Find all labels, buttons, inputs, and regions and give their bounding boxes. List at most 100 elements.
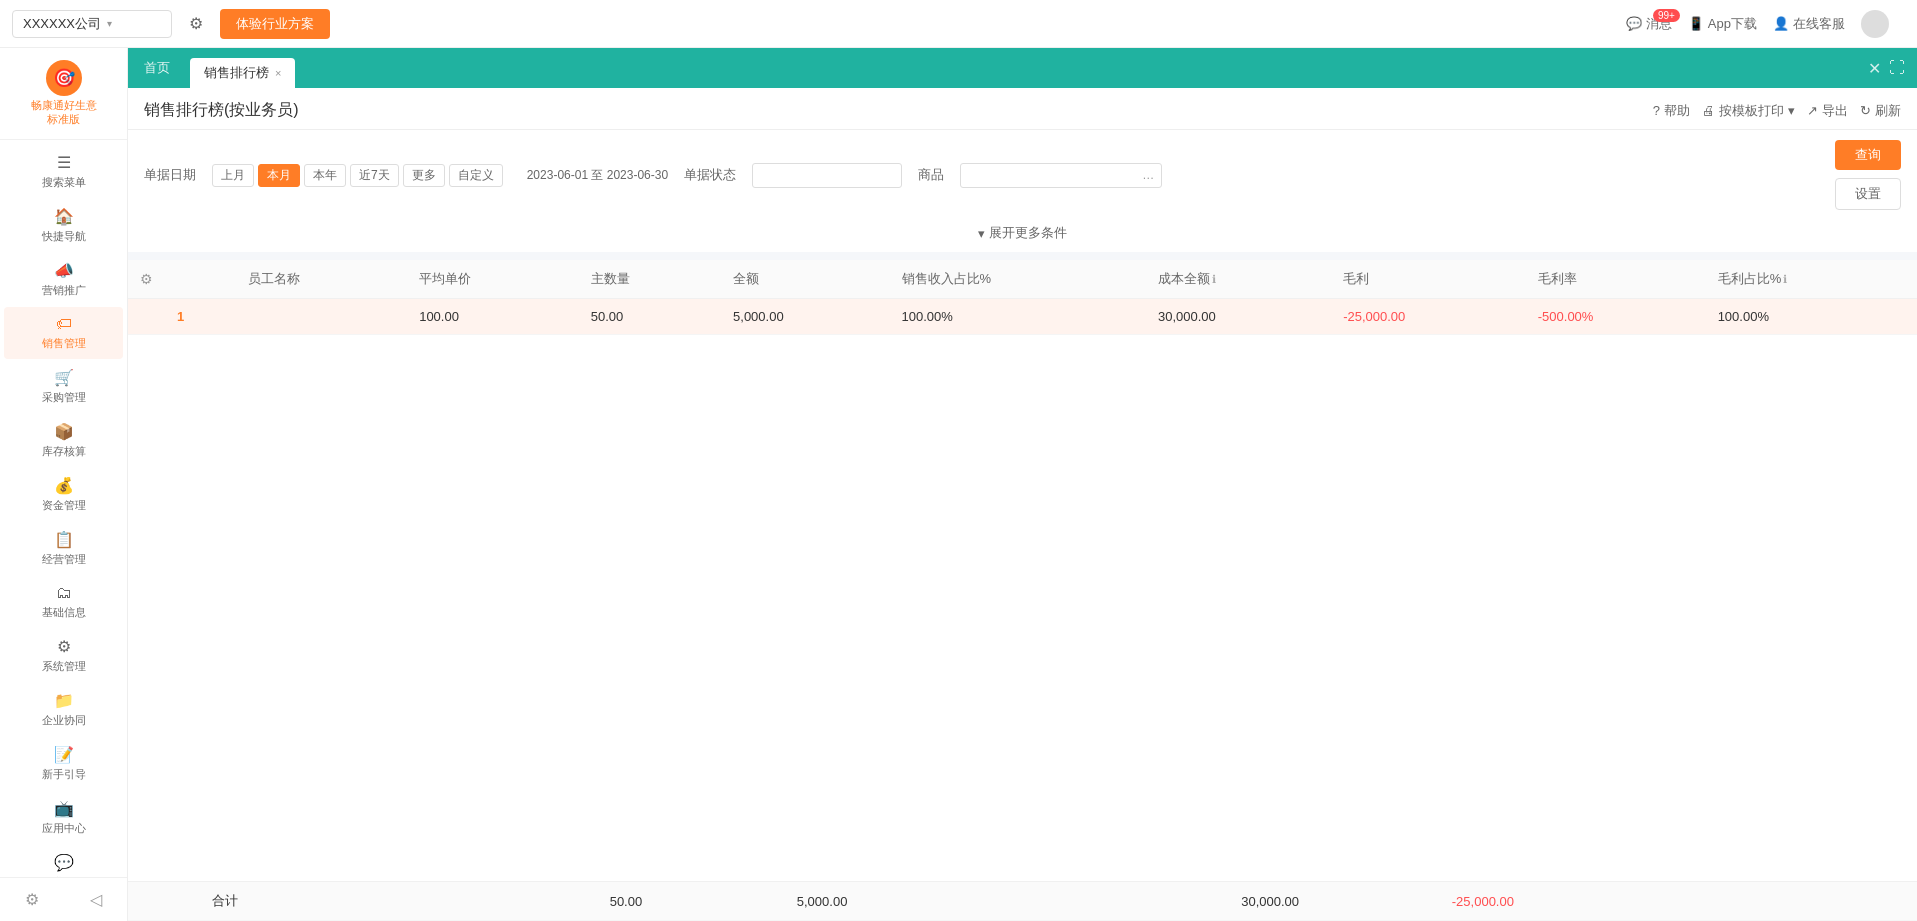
sidebar-label: 系统管理 (42, 659, 86, 674)
col-sales-pct: 销售收入占比% (890, 260, 1146, 299)
sidebar-item-经营管理[interactable]: 📋 经营管理 (4, 522, 123, 575)
message-button[interactable]: 💬 消息 99+ (1626, 15, 1672, 33)
print-icon: 🖨 (1702, 103, 1715, 118)
total-gross: -25,000.00 (1440, 882, 1651, 921)
sidebar-icon: 🏷 (56, 315, 72, 333)
sidebar-icon: 🗂 (56, 584, 72, 602)
total-avg-price (387, 882, 598, 921)
sidebar-icon: 📦 (54, 422, 74, 441)
filter-settings-button[interactable]: 设置 (1835, 178, 1901, 210)
logo-icon: 🎯 (46, 60, 82, 96)
total-table: 合计 50.00 5,000.00 30,000.00 -25,000.00 (128, 882, 1917, 921)
sidebar-label: 搜索菜单 (42, 175, 86, 190)
status-filter-wrap (752, 163, 902, 188)
sidebar-label: 基础信息 (42, 605, 86, 620)
export-button[interactable]: ↗ 导出 (1807, 102, 1848, 120)
column-settings-icon[interactable]: ⚙ (140, 271, 153, 287)
refresh-button[interactable]: ↻ 刷新 (1860, 102, 1901, 120)
expand-more-button[interactable]: ▾ 展开更多条件 (978, 220, 1067, 246)
action-buttons: 查询 设置 (1835, 140, 1901, 210)
row-sales-pct: 100.00% (890, 299, 1146, 335)
sidebar-label: 企业协同 (42, 713, 86, 728)
sidebar-item-新手引导[interactable]: 📝 新手引导 (4, 737, 123, 790)
sidebar-item-系统管理[interactable]: ⚙ 系统管理 (4, 629, 123, 682)
goods-ellipsis-icon[interactable]: … (1142, 168, 1154, 182)
row-employee (236, 299, 408, 335)
sidebar-settings-icon[interactable]: ⚙ (21, 886, 43, 913)
date-custom-button[interactable]: 自定义 (449, 164, 503, 187)
goods-filter-label: 商品 (918, 166, 944, 184)
top-bar: XXXXXX公司 ▾ ⚙ 体验行业方案 💬 消息 99+ 📱 App下载 👤 在… (0, 0, 1917, 48)
company-settings-button[interactable]: ⚙ (182, 10, 210, 38)
sidebar-item-搜索菜单[interactable]: ☰ 搜索菜单 (4, 145, 123, 198)
date-last-month-button[interactable]: 上月 (212, 164, 254, 187)
expand-down-icon: ▾ (978, 226, 985, 241)
tab-close-icon[interactable]: × (275, 67, 281, 79)
template-print-button[interactable]: 🖨 按模板打印 ▾ (1702, 102, 1795, 120)
date-last7-button[interactable]: 近7天 (350, 164, 399, 187)
sidebar-item-快捷导航[interactable]: 🏠 快捷导航 (4, 199, 123, 252)
sidebar-label: 新手引导 (42, 767, 86, 782)
row-avg-price: 100.00 (407, 299, 579, 335)
online-service-button[interactable]: 👤 在线客服 (1773, 15, 1845, 33)
date-this-month-button[interactable]: 本月 (258, 164, 300, 187)
sidebar-item-企业微信[interactable]: 💬 企业微信 (4, 845, 123, 877)
table-body: 1 100.00 50.00 5,000.00 100.00% 30,000.0… (128, 299, 1917, 335)
sidebar-icon: ⚙ (57, 637, 71, 656)
table-container: ⚙ 员工名称 平均单价 主数量 全额 销售收入占比% 成本全额ℹ (128, 260, 1917, 881)
expand-more-row: ▾ 展开更多条件 (144, 216, 1901, 248)
sidebar-item-应用中心[interactable]: 📺 应用中心 (4, 791, 123, 844)
cost-info-icon[interactable]: ℹ (1212, 273, 1216, 285)
query-button[interactable]: 查询 (1835, 140, 1901, 170)
page-content: 销售排行榜(按业务员) ? 帮助 🖨 按模板打印 ▾ ↗ (128, 88, 1917, 921)
sidebar-item-营销推广[interactable]: 📣 营销推广 (4, 253, 123, 306)
col-main-qty: 主数量 (579, 260, 721, 299)
total-gross-pct (1861, 882, 1917, 921)
date-filter-label: 单据日期 (144, 166, 196, 184)
sidebar-icon: 📝 (54, 745, 74, 764)
row-gross: -25,000.00 (1331, 299, 1526, 335)
avatar[interactable] (1861, 10, 1889, 38)
message-icon: 💬 (1626, 16, 1642, 31)
tab-home[interactable]: 首页 (128, 48, 186, 88)
col-rank (165, 260, 236, 299)
sidebar-item-基础信息[interactable]: 🗂 基础信息 (4, 576, 123, 628)
export-icon: ↗ (1807, 103, 1818, 118)
tab-sales-ranking[interactable]: 销售排行榜 × (190, 58, 295, 88)
gross-pct-info-icon[interactable]: ℹ (1783, 273, 1787, 285)
trial-button[interactable]: 体验行业方案 (220, 9, 330, 39)
row-main-qty: 50.00 (579, 299, 721, 335)
sidebar-item-企业协同[interactable]: 📁 企业协同 (4, 683, 123, 736)
sidebar-icon: 📺 (54, 799, 74, 818)
sidebar-label: 销售管理 (42, 336, 86, 351)
total-amount: 5,000.00 (785, 882, 996, 921)
sidebar-item-资金管理[interactable]: 💰 资金管理 (4, 468, 123, 521)
sidebar-collapse-icon[interactable]: ◁ (86, 886, 106, 913)
sidebar-label: 库存核算 (42, 444, 86, 459)
tab-maximize-button[interactable]: ⛶ (1889, 59, 1905, 77)
row-cost-amount: 30,000.00 (1146, 299, 1331, 335)
date-this-year-button[interactable]: 本年 (304, 164, 346, 187)
total-row: 合计 50.00 5,000.00 30,000.00 -25,000.00 (128, 882, 1917, 921)
status-filter-select[interactable] (752, 163, 902, 188)
goods-filter-wrap: … (960, 163, 1162, 188)
sidebar-label: 资金管理 (42, 498, 86, 513)
row-gross-rate: -500.00% (1526, 299, 1706, 335)
table-wrap: ⚙ 员工名称 平均单价 主数量 全额 销售收入占比% 成本全额ℹ (128, 260, 1917, 921)
filter-row-1: 单据日期 上月 本月 本年 近7天 更多 自定义 2023-06-01 至 20… (144, 140, 1901, 210)
col-gross-rate: 毛利率 (1526, 260, 1706, 299)
date-more-button[interactable]: 更多 (403, 164, 445, 187)
company-selector[interactable]: XXXXXX公司 ▾ (12, 10, 172, 38)
sidebar-icon: 📣 (54, 261, 74, 280)
app-download-button[interactable]: 📱 App下载 (1688, 15, 1757, 33)
row-rank: 1 (165, 299, 236, 335)
row-settings (128, 299, 165, 335)
sidebar-item-采购管理[interactable]: 🛒 采购管理 (4, 360, 123, 413)
sidebar-item-销售管理[interactable]: 🏷 销售管理 (4, 307, 123, 359)
sidebar-item-库存核算[interactable]: 📦 库存核算 (4, 414, 123, 467)
top-right-area: 💬 消息 99+ 📱 App下载 👤 在线客服 (1626, 10, 1905, 38)
goods-filter-input[interactable] (960, 163, 1162, 188)
tab-close-button[interactable]: ✕ (1868, 59, 1881, 78)
help-button[interactable]: ? 帮助 (1653, 102, 1690, 120)
col-settings: ⚙ (128, 260, 165, 299)
